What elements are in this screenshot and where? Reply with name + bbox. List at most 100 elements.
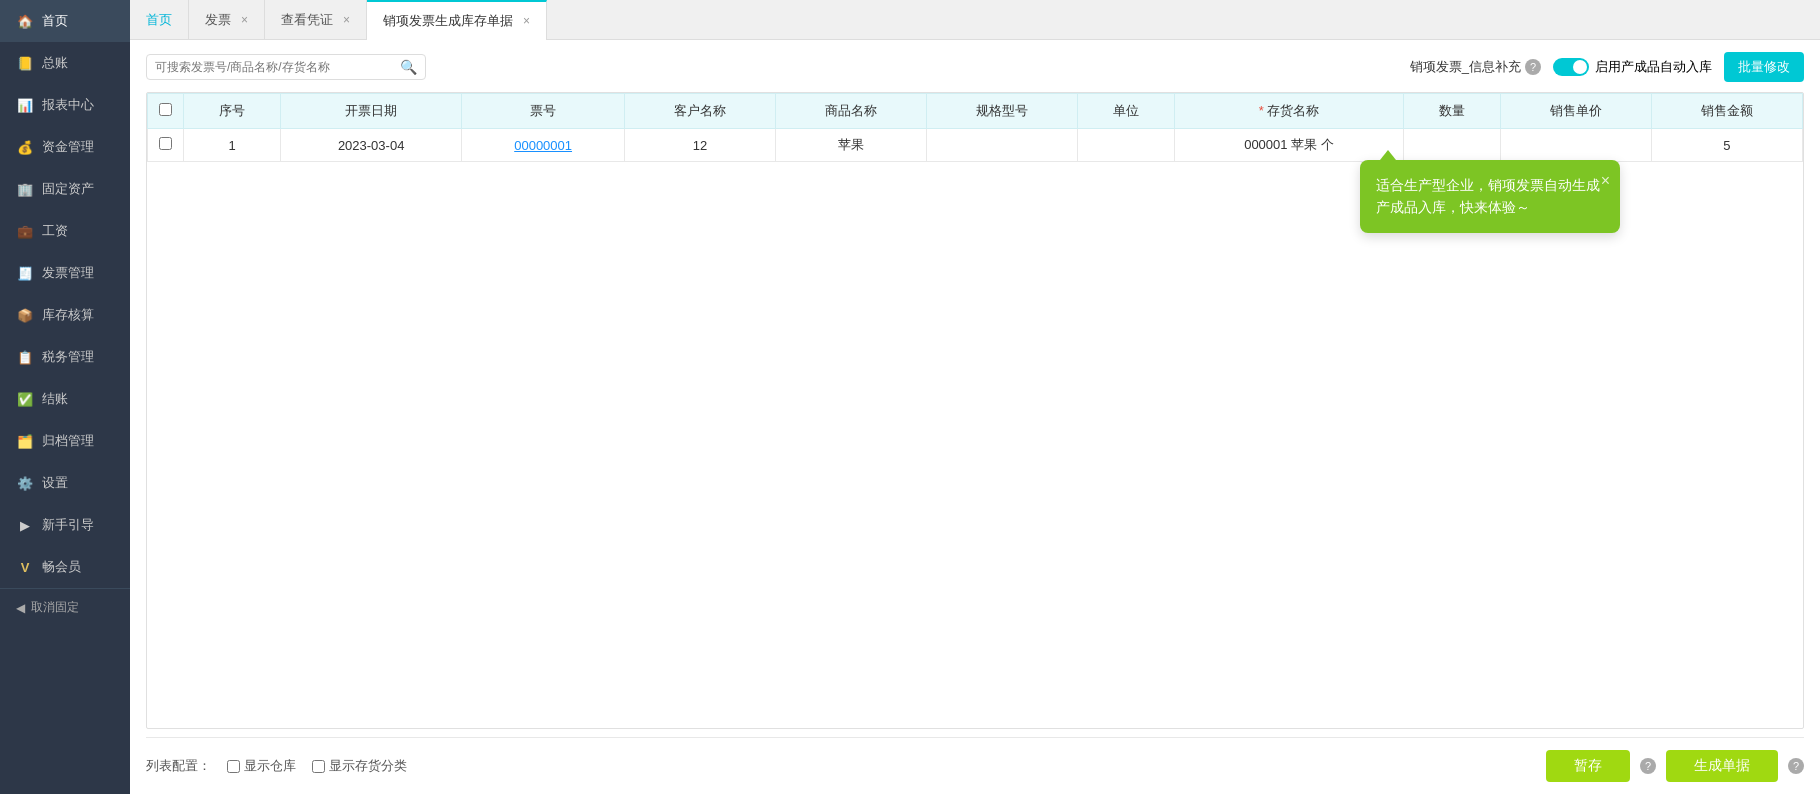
sidebar-item-inventory[interactable]: 📦 库存核算 bbox=[0, 294, 130, 336]
sidebar-item-member[interactable]: V 畅会员 bbox=[0, 546, 130, 588]
sidebar-item-report-center[interactable]: 📊 报表中心 bbox=[0, 84, 130, 126]
row-date: 2023-03-04 bbox=[281, 129, 462, 162]
sidebar-item-label: 发票管理 bbox=[42, 264, 94, 282]
help-icon[interactable]: ? bbox=[1525, 59, 1541, 75]
th-ticket-no: 票号 bbox=[462, 94, 625, 129]
footer-actions: 暂存 ? 生成单据 ? bbox=[1546, 750, 1804, 782]
row-seq: 1 bbox=[184, 129, 281, 162]
sidebar-item-label: 新手引导 bbox=[42, 516, 94, 534]
th-checkbox bbox=[148, 94, 184, 129]
th-spec: 规格型号 bbox=[927, 94, 1078, 129]
sidebar-item-home[interactable]: 🏠 首页 bbox=[0, 0, 130, 42]
sidebar-item-label: 资金管理 bbox=[42, 138, 94, 156]
th-date: 开票日期 bbox=[281, 94, 462, 129]
tab-invoice[interactable]: 发票 × bbox=[189, 0, 265, 39]
row-unit bbox=[1077, 129, 1174, 162]
sidebar-item-invoice-management[interactable]: 🧾 发票管理 bbox=[0, 252, 130, 294]
invoice-icon: 🧾 bbox=[16, 264, 34, 282]
th-customer: 客户名称 bbox=[625, 94, 776, 129]
list-config-label: 列表配置： bbox=[146, 757, 211, 775]
tab-home[interactable]: 首页 bbox=[130, 0, 189, 39]
sidebar-item-label: 税务管理 bbox=[42, 348, 94, 366]
sidebar-item-label: 畅会员 bbox=[42, 558, 81, 576]
sidebar-item-settlement[interactable]: ✅ 结账 bbox=[0, 378, 130, 420]
sidebar-item-general-ledger[interactable]: 📒 总账 bbox=[0, 42, 130, 84]
tab-view-voucher[interactable]: 查看凭证 × bbox=[265, 0, 367, 39]
row-quantity bbox=[1403, 129, 1500, 162]
search-box[interactable]: 🔍 bbox=[146, 54, 426, 80]
generate-button[interactable]: 生成单据 bbox=[1666, 750, 1778, 782]
th-unit: 单位 bbox=[1077, 94, 1174, 129]
search-input[interactable] bbox=[155, 60, 400, 74]
sidebar-item-label: 固定资产 bbox=[42, 180, 94, 198]
sidebar-item-archive[interactable]: 🗂️ 归档管理 bbox=[0, 420, 130, 462]
sidebar-item-fund-management[interactable]: 💰 资金管理 bbox=[0, 126, 130, 168]
inventory-icon: 📦 bbox=[16, 306, 34, 324]
toolbar: 🔍 销项发票_信息补充 ? 启用产成品自动入库 批量修改 bbox=[146, 52, 1804, 82]
th-stock-name: 存货名称 bbox=[1175, 94, 1404, 129]
th-product: 商品名称 bbox=[776, 94, 927, 129]
tax-icon: 📋 bbox=[16, 348, 34, 366]
select-all-checkbox[interactable] bbox=[159, 103, 172, 116]
show-warehouse-input[interactable] bbox=[227, 760, 240, 773]
row-ticket-no[interactable]: 00000001 bbox=[462, 129, 625, 162]
content-area: 🔍 销项发票_信息补充 ? 启用产成品自动入库 批量修改 bbox=[130, 40, 1820, 794]
th-amount: 销售金额 bbox=[1651, 94, 1802, 129]
info-label: 销项发票_信息补充 ? bbox=[1410, 58, 1541, 76]
show-warehouse-label: 显示仓库 bbox=[244, 757, 296, 775]
row-amount: 5 bbox=[1651, 129, 1802, 162]
member-icon: V bbox=[16, 558, 34, 576]
sidebar-item-fixed-assets[interactable]: 🏢 固定资产 bbox=[0, 168, 130, 210]
tab-home-label: 首页 bbox=[146, 11, 172, 29]
row-checkbox-cell bbox=[148, 129, 184, 162]
row-unit-price bbox=[1501, 129, 1652, 162]
tooltip-text: 适合生产型企业，销项发票自动生成产成品入库，快来体验～ bbox=[1376, 177, 1600, 215]
sidebar-item-label: 工资 bbox=[42, 222, 68, 240]
sidebar-item-settings[interactable]: ⚙️ 设置 bbox=[0, 462, 130, 504]
info-label-text: 销项发票_信息补充 bbox=[1410, 58, 1521, 76]
auto-stock-toggle[interactable] bbox=[1553, 58, 1589, 76]
tab-invoice-label: 发票 bbox=[205, 11, 231, 29]
tab-sale-invoice-stock-label: 销项发票生成库存单据 bbox=[383, 12, 513, 30]
assets-icon: 🏢 bbox=[16, 180, 34, 198]
toggle-label: 启用产成品自动入库 bbox=[1595, 58, 1712, 76]
report-icon: 📊 bbox=[16, 96, 34, 114]
sidebar-item-label: 总账 bbox=[42, 54, 68, 72]
sidebar-item-label: 归档管理 bbox=[42, 432, 94, 450]
sidebar-item-tax-management[interactable]: 📋 税务管理 bbox=[0, 336, 130, 378]
unfix-icon: ◀ bbox=[16, 601, 25, 615]
show-category-checkbox[interactable]: 显示存货分类 bbox=[312, 757, 407, 775]
sidebar-item-payroll[interactable]: 💼 工资 bbox=[0, 210, 130, 252]
sidebar-item-label: 首页 bbox=[42, 12, 68, 30]
th-unit-price: 销售单价 bbox=[1501, 94, 1652, 129]
settlement-icon: ✅ bbox=[16, 390, 34, 408]
save-button[interactable]: 暂存 bbox=[1546, 750, 1630, 782]
row-checkbox-0[interactable] bbox=[159, 137, 172, 150]
row-product: 苹果 bbox=[776, 129, 927, 162]
tab-sale-invoice-stock[interactable]: 销项发票生成库存单据 × bbox=[367, 0, 547, 40]
sidebar-unfix-button[interactable]: ◀ 取消固定 bbox=[0, 588, 130, 626]
home-icon: 🏠 bbox=[16, 12, 34, 30]
tab-invoice-close[interactable]: × bbox=[241, 13, 248, 27]
unfix-label: 取消固定 bbox=[31, 599, 79, 616]
fund-icon: 💰 bbox=[16, 138, 34, 156]
main-area: 首页 发票 × 查看凭证 × 销项发票生成库存单据 × 🔍 销项发票_信息补充 … bbox=[130, 0, 1820, 794]
show-category-label: 显示存货分类 bbox=[329, 757, 407, 775]
batch-modify-button[interactable]: 批量修改 bbox=[1724, 52, 1804, 82]
sidebar-item-guide[interactable]: ▶ 新手引导 bbox=[0, 504, 130, 546]
save-help-icon[interactable]: ? bbox=[1640, 758, 1656, 774]
show-category-input[interactable] bbox=[312, 760, 325, 773]
show-warehouse-checkbox[interactable]: 显示仓库 bbox=[227, 757, 296, 775]
tab-view-voucher-close[interactable]: × bbox=[343, 13, 350, 27]
payroll-icon: 💼 bbox=[16, 222, 34, 240]
tooltip-close-button[interactable]: × bbox=[1601, 168, 1610, 194]
sidebar-item-label: 报表中心 bbox=[42, 96, 94, 114]
tab-sale-invoice-stock-close[interactable]: × bbox=[523, 14, 530, 28]
th-seq: 序号 bbox=[184, 94, 281, 129]
data-table: 序号 开票日期 票号 客户名称 商品名称 规格型号 单位 存货名称 数量 销售单… bbox=[147, 93, 1803, 162]
generate-help-icon[interactable]: ? bbox=[1788, 758, 1804, 774]
tab-bar: 首页 发票 × 查看凭证 × 销项发票生成库存单据 × bbox=[130, 0, 1820, 40]
th-quantity: 数量 bbox=[1403, 94, 1500, 129]
sidebar-item-label: 库存核算 bbox=[42, 306, 94, 324]
archive-icon: 🗂️ bbox=[16, 432, 34, 450]
